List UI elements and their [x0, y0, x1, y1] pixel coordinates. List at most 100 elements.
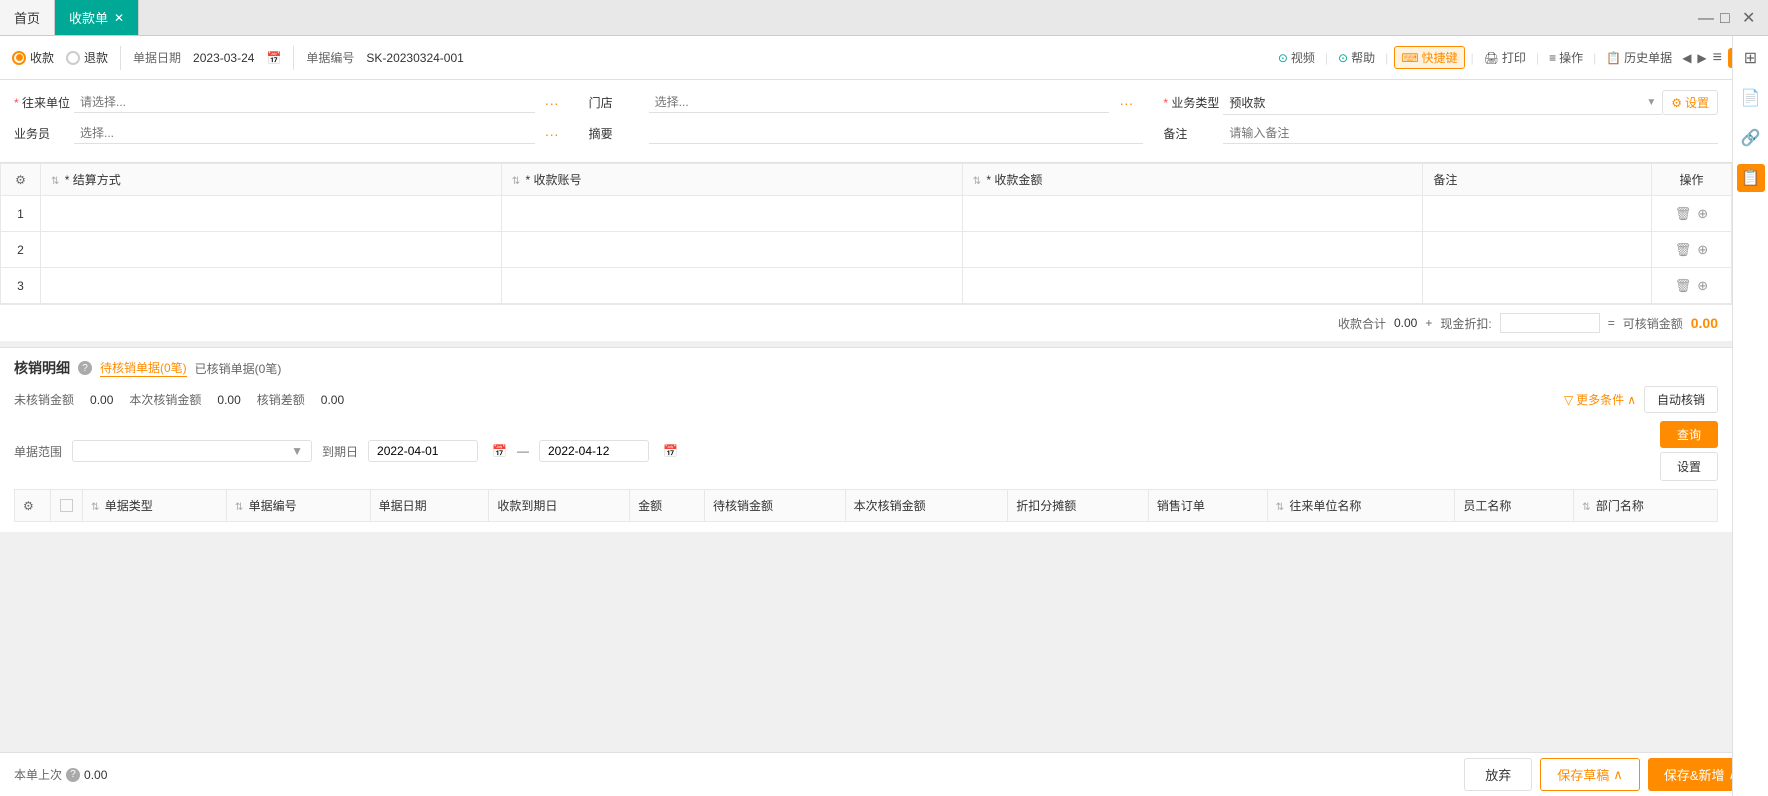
save-draft-button[interactable]: 保存草稿 ∧ [1540, 758, 1640, 791]
delete-icon-1[interactable]: 🗑 [1675, 206, 1692, 222]
row-account-1[interactable] [501, 196, 962, 232]
partner-label: * 往来单位 [14, 94, 74, 111]
summary-input[interactable] [649, 123, 1144, 144]
row-amount-1[interactable] [962, 196, 1423, 232]
end-date-input[interactable] [539, 440, 649, 462]
business-type-select[interactable]: 预收款 ▼ [1223, 91, 1662, 115]
row-action-2: 🗑 ⊕ [1652, 232, 1732, 268]
unchecked-label: 未核销金额 [14, 391, 74, 408]
tab-receipt[interactable]: 收款单 ✕ [55, 0, 139, 35]
bt-col-gear: ⚙ [15, 490, 51, 522]
row-account-2[interactable] [501, 232, 962, 268]
row-note-2[interactable] [1423, 232, 1652, 268]
calendar-icon[interactable]: 📅 [266, 51, 281, 65]
tab-home-label: 首页 [14, 8, 40, 27]
shop-more-icon[interactable]: ··· [1119, 95, 1133, 111]
due-date-label: 到期日 [322, 443, 358, 460]
sidebar-table-icon[interactable]: ⊞ [1737, 44, 1765, 72]
auto-verify-button[interactable]: 自动核销 [1644, 386, 1718, 413]
sort-doc-no-icon[interactable]: ⇅ [235, 502, 243, 513]
chevron-up-icon: ∧ [1627, 393, 1636, 407]
row-amount-3[interactable] [962, 268, 1423, 304]
filter-setting-button[interactable]: 设置 [1660, 452, 1718, 481]
shop-input[interactable] [649, 92, 1110, 113]
sort-amount-icon[interactable]: ⇅ [973, 176, 981, 187]
view-list-icon[interactable]: ≡ [1713, 49, 1722, 67]
help-button[interactable]: ⊙ 帮助 [1334, 47, 1379, 68]
video-button[interactable]: ⊙ 视频 [1274, 47, 1319, 68]
row-note-3[interactable] [1423, 268, 1652, 304]
row-settlement-2[interactable] [41, 232, 502, 268]
partner-input[interactable] [74, 92, 535, 113]
range-select[interactable]: ▼ [72, 440, 312, 462]
sort-account-icon[interactable]: ⇅ [512, 176, 520, 187]
tab-receipt-close[interactable]: ✕ [114, 11, 124, 25]
footer-actions: 放弃 保存草稿 ∧ 保存&新增 ∧ [1464, 758, 1754, 791]
sidebar-doc-icon[interactable]: 📄 [1737, 84, 1765, 112]
sort-dept-icon[interactable]: ⇅ [1582, 502, 1590, 513]
sort-doc-type-icon[interactable]: ⇅ [91, 502, 99, 513]
sidebar-link-icon[interactable]: 🔗 [1737, 124, 1765, 152]
print-button[interactable]: 🖨 打印 [1480, 47, 1530, 68]
select-all-box[interactable] [60, 499, 73, 512]
net-value: 0.00 [1691, 315, 1718, 331]
help-icon: ⊙ [1338, 51, 1348, 65]
table-gear-icon[interactable]: ⚙ [15, 173, 26, 187]
delete-icon-2[interactable]: 🗑 [1675, 242, 1692, 258]
action-icons-3: 🗑 ⊕ [1662, 278, 1721, 294]
info-icon[interactable]: ? [78, 361, 92, 375]
row-settlement-1[interactable] [41, 196, 502, 232]
tab-home[interactable]: 首页 [0, 0, 55, 35]
receipt-radio-label: 收款 [30, 49, 54, 66]
shortcut-button[interactable]: ⌨ 快捷键 [1394, 46, 1464, 69]
print-icon: 🖨 [1484, 51, 1499, 65]
toolbar-right: ⊙ 视频 | ⊙ 帮助 | ⌨ 快捷键 | 🖨 打印 | ≡ 操作 | 📋 历史… [1274, 46, 1756, 69]
sidebar-active-icon[interactable]: 📋 [1737, 164, 1765, 192]
pending-tab[interactable]: 待核销单据(0笔) [100, 359, 187, 377]
nav-next-icon[interactable]: ▶ [1697, 51, 1706, 65]
delete-icon-3[interactable]: 🗑 [1675, 278, 1692, 294]
unchecked-value: 0.00 [90, 393, 113, 407]
close-button[interactable]: ✕ [1742, 11, 1756, 25]
row-note-1[interactable] [1423, 196, 1652, 232]
row-amount-2[interactable] [962, 232, 1423, 268]
more-conditions-btn[interactable]: ▽ 更多条件 ∧ [1564, 391, 1636, 408]
nav-prev-icon[interactable]: ◀ [1682, 51, 1691, 65]
copy-icon-2[interactable]: ⊕ [1697, 242, 1708, 258]
discount-input[interactable] [1500, 313, 1600, 333]
bottom-gear-icon[interactable]: ⚙ [23, 499, 34, 513]
col-action-label: 操作 [1679, 173, 1703, 187]
start-date-input[interactable] [368, 440, 478, 462]
abandon-button[interactable]: 放弃 [1464, 758, 1532, 791]
sort-settlement-icon[interactable]: ⇅ [51, 176, 59, 187]
receipt-radio[interactable]: 收款 [12, 49, 54, 66]
bt-col-amount: 金额 [630, 490, 705, 522]
receipt-radio-circle [12, 51, 26, 65]
row-account-3[interactable] [501, 268, 962, 304]
refund-radio[interactable]: 退款 [66, 49, 108, 66]
maximize-button[interactable]: □ [1720, 11, 1734, 25]
footer-info-icon[interactable]: ? [66, 768, 80, 782]
partner-more-icon[interactable]: ··· [545, 95, 559, 111]
bt-col-doc-date: 单据日期 [370, 490, 489, 522]
copy-icon-1[interactable]: ⊕ [1697, 206, 1708, 222]
staff-input[interactable] [74, 123, 535, 144]
copy-icon-3[interactable]: ⊕ [1697, 278, 1708, 294]
calendar-start-icon[interactable]: 📅 [492, 444, 507, 458]
row-settlement-3[interactable] [41, 268, 502, 304]
done-tab[interactable]: 已核销单据(0笔) [195, 360, 282, 377]
bt-col-current-label: 本次核销金额 [854, 499, 926, 513]
sort-partner-icon[interactable]: ⇅ [1276, 502, 1284, 513]
minimize-button[interactable]: — [1698, 11, 1712, 25]
bt-col-amount-label: 金额 [638, 499, 662, 513]
history-button[interactable]: 📋 历史单据 [1602, 47, 1676, 68]
operation-button[interactable]: ≡ 操作 [1545, 47, 1587, 68]
select-all-checkbox[interactable] [59, 499, 74, 512]
query-button[interactable]: 查询 [1660, 421, 1718, 448]
setting-button[interactable]: ⚙ 设置 [1662, 90, 1718, 115]
note-input[interactable] [1223, 123, 1718, 144]
staff-more-icon[interactable]: ··· [545, 126, 559, 142]
bt-col-doc-type: ⇅ 单据类型 [83, 490, 227, 522]
history-icon: 📋 [1606, 51, 1621, 65]
calendar-end-icon[interactable]: 📅 [663, 444, 678, 458]
